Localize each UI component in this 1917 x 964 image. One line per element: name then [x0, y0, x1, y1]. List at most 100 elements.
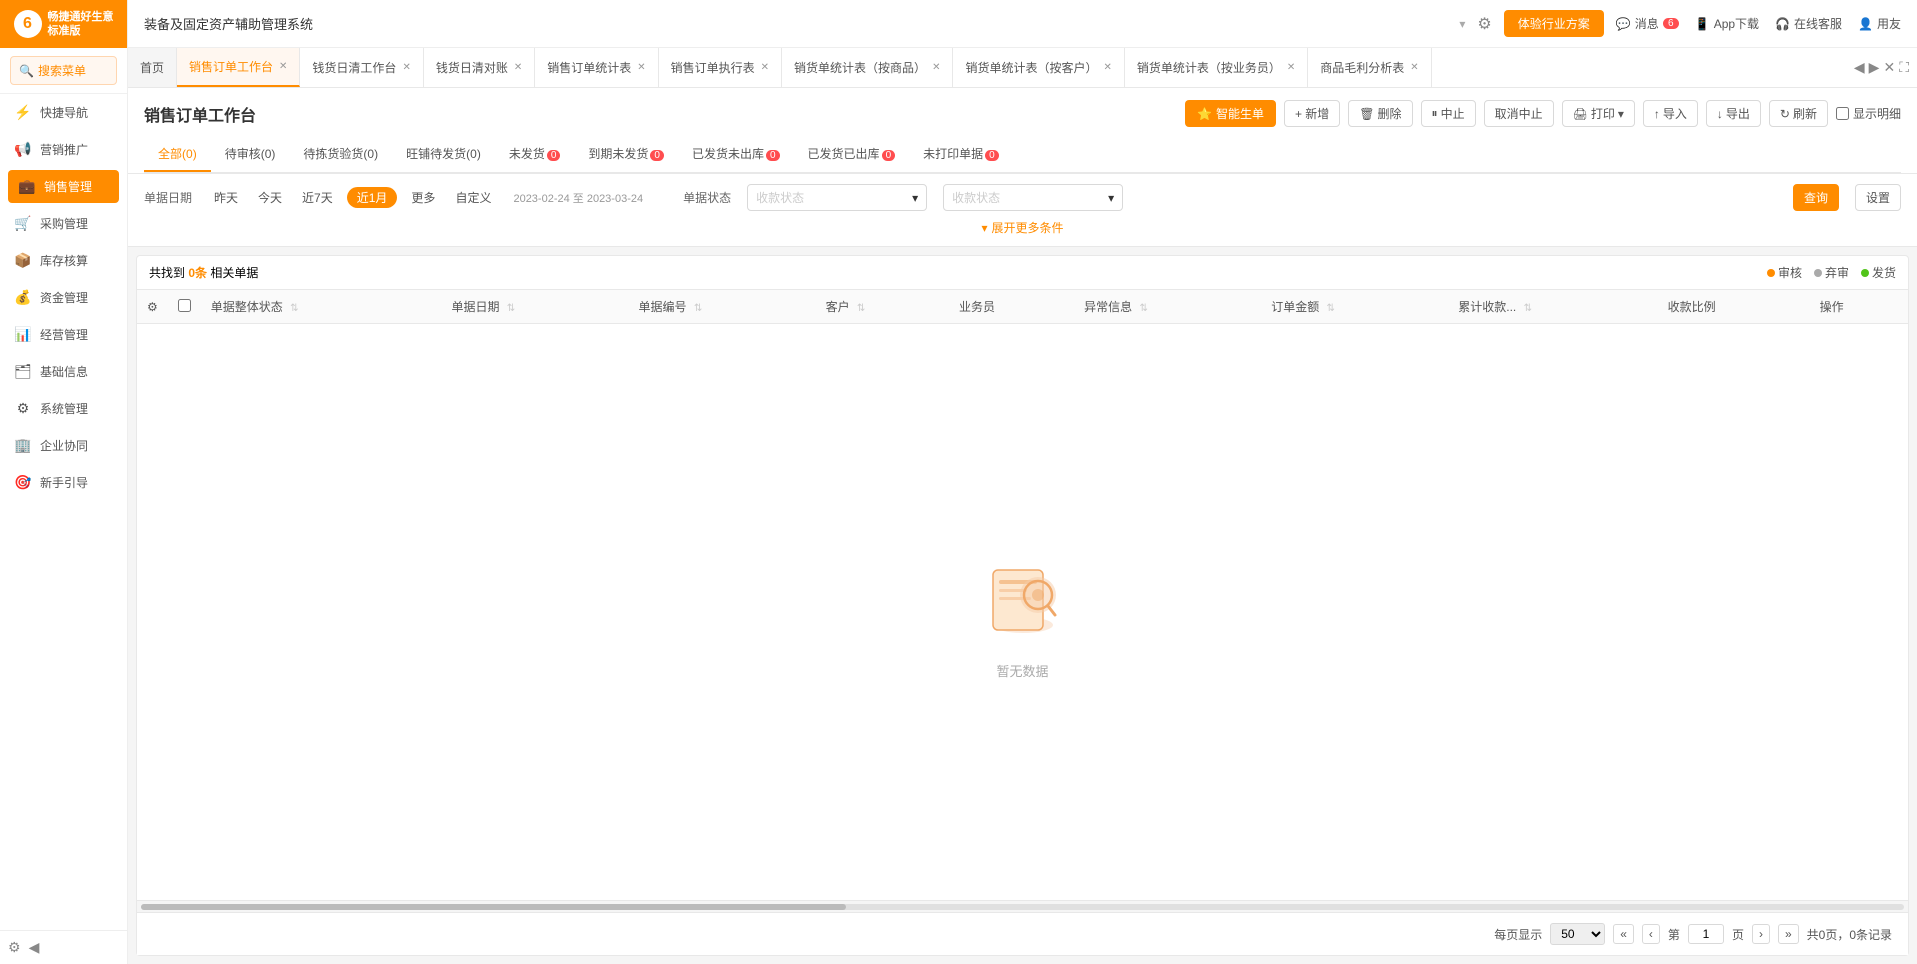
tab-cash-daily[interactable]: 钱货日清工作台 ✕ — [300, 48, 423, 87]
sort-icon-number[interactable]: ⇅ — [694, 303, 702, 314]
tab-home[interactable]: 首页 — [128, 48, 177, 87]
search-menu-button[interactable]: 🔍 搜索菜单 — [10, 56, 117, 85]
date-btn-more[interactable]: 更多 — [405, 187, 441, 208]
filter-tab-pending-review[interactable]: 待审核(0) — [211, 137, 290, 172]
date-btn-yesterday[interactable]: 昨天 — [208, 187, 244, 208]
tab-next-button[interactable]: ▶ — [1869, 59, 1880, 76]
sidebar-nav-baseinfo[interactable]: 🗂 基础信息 — [0, 353, 127, 390]
add-button[interactable]: + 新增 — [1284, 100, 1340, 127]
topbar-settings-icon[interactable]: ⚙ — [1477, 14, 1491, 34]
tab-cash-reconcile[interactable]: 钱货日清对账 ✕ — [424, 48, 535, 87]
filter-tab-overdue[interactable]: 到期未发货0 — [574, 137, 678, 172]
sidebar-nav-purchase[interactable]: 🛒 采购管理 — [0, 205, 127, 242]
date-btn-7days[interactable]: 近7天 — [296, 187, 339, 208]
tab-sales-order-stat[interactable]: 销售订单统计表 ✕ — [535, 48, 658, 87]
refresh-button[interactable]: ↻ 刷新 — [1769, 100, 1828, 127]
filter-tab-unshipped[interactable]: 未发货0 — [495, 137, 575, 172]
stop-button[interactable]: ⏸ 中止 — [1421, 100, 1476, 127]
sidebar-nav-quick[interactable]: ⚡ 快捷导航 — [0, 94, 127, 131]
sort-icon-customer[interactable]: ⇅ — [857, 303, 865, 314]
message-button[interactable]: 💬 消息 6 — [1616, 15, 1679, 32]
tab-sales-stat-customer[interactable]: 销货单统计表（按客户） ✕ — [953, 48, 1124, 87]
page-number-input[interactable] — [1688, 924, 1724, 944]
tab-close-icon-3[interactable]: ✕ — [514, 62, 522, 73]
quick-ship-button[interactable]: 发货 — [1861, 264, 1896, 281]
per-page-select[interactable]: 50 20 100 — [1550, 923, 1605, 945]
user-menu[interactable]: 👤 用友 — [1858, 15, 1901, 32]
tab-prev-button[interactable]: ◀ — [1854, 59, 1865, 76]
tab-product-margin[interactable]: 商品毛利分析表 ✕ — [1308, 48, 1431, 87]
sidebar-nav-operation[interactable]: 📊 经营管理 — [0, 316, 127, 353]
date-btn-today[interactable]: 今天 — [252, 187, 288, 208]
sort-icon-received[interactable]: ⇅ — [1524, 303, 1532, 314]
sidebar-nav-system[interactable]: ⚙ 系统管理 — [0, 390, 127, 427]
first-page-button[interactable]: « — [1613, 924, 1634, 944]
payment-status-select[interactable]: 收款状态 ▾ — [943, 184, 1123, 211]
sidebar-nav-sales[interactable]: 💼 销售管理 — [8, 170, 119, 203]
tab-close-icon-4[interactable]: ✕ — [637, 62, 645, 73]
unprinted-badge: 0 — [985, 150, 999, 161]
expand-conditions-button[interactable]: ▾ 展开更多条件 — [981, 219, 1063, 236]
filter-tab-unprinted[interactable]: 未打印单据0 — [909, 137, 1013, 172]
sidebar-nav-enterprise[interactable]: 🏢 企业协同 — [0, 427, 127, 464]
prev-page-button[interactable]: ‹ — [1642, 924, 1660, 944]
print-button[interactable]: 🖨 打印 ▾ — [1562, 100, 1635, 127]
export-button[interactable]: ↓ 导出 — [1706, 100, 1761, 127]
table-settings-icon[interactable]: ⚙ — [147, 300, 158, 314]
status-select[interactable]: 收款状态 ▾ — [747, 184, 927, 211]
sidebar-nav-finance[interactable]: 💰 资金管理 — [0, 279, 127, 316]
sort-icon-date[interactable]: ⇅ — [507, 303, 515, 314]
filter-tab-shipped-outbound[interactable]: 已发货已出库0 — [794, 137, 910, 172]
select-all-checkbox[interactable] — [178, 299, 191, 312]
sort-icon-amount[interactable]: ⇅ — [1327, 303, 1335, 314]
date-btn-custom[interactable]: 自定义 — [449, 187, 497, 208]
filter-tab-shipped-unoutbound[interactable]: 已发货未出库0 — [678, 137, 794, 172]
tab-close-icon-8[interactable]: ✕ — [1287, 62, 1295, 73]
import-button[interactable]: ↑ 导入 — [1643, 100, 1698, 127]
horizontal-scrollbar[interactable] — [137, 900, 1908, 912]
total-records: 共0页，0条记录 — [1807, 926, 1892, 943]
sort-icon-anomaly[interactable]: ⇅ — [1139, 303, 1147, 314]
data-table: ⚙ 单据整体状态 ⇅ 单据日期 ⇅ — [137, 290, 1908, 324]
filter-tab-all[interactable]: 全部(0) — [144, 137, 211, 172]
filter-settings-button[interactable]: 设置 — [1855, 184, 1901, 211]
tab-sales-stat-product[interactable]: 销货单统计表（按商品） ✕ — [782, 48, 953, 87]
cancel-stop-button[interactable]: 取消中止 — [1484, 100, 1554, 127]
tab-close-icon-2[interactable]: ✕ — [402, 62, 410, 73]
solution-button[interactable]: 体验行业方案 — [1504, 10, 1604, 37]
last-page-button[interactable]: » — [1778, 924, 1799, 944]
show-detail-checkbox-label[interactable]: 显示明细 — [1836, 105, 1901, 122]
tab-close-all-button[interactable]: ✕ — [1883, 59, 1895, 76]
sidebar-nav-marketing[interactable]: 📢 营销推广 — [0, 131, 127, 168]
filter-bar: 单据日期 昨天 今天 近7天 近1月 更多 自定义 2023-02-24 至 2… — [128, 174, 1917, 247]
tab-close-icon[interactable]: ✕ — [279, 61, 287, 72]
online-service-button[interactable]: 🎧 在线客服 — [1775, 15, 1842, 32]
next-page-button[interactable]: › — [1752, 924, 1770, 944]
smart-generate-button[interactable]: ⭐ 智能生单 — [1185, 100, 1276, 127]
sidebar-bottom: ⚙ ◀ — [0, 930, 127, 964]
filter-tab-wangpu[interactable]: 旺铺待发货(0) — [392, 137, 495, 172]
table-toolbar: 共找到 0条 相关单据 审核 弃审 发货 — [137, 256, 1908, 290]
tab-close-icon-6[interactable]: ✕ — [932, 62, 940, 73]
quick-abandon-review-button[interactable]: 弃审 — [1814, 264, 1849, 281]
show-detail-checkbox[interactable] — [1836, 107, 1849, 120]
collapse-sidebar-button[interactable]: ◀ — [29, 939, 40, 956]
sort-icon-status[interactable]: ⇅ — [290, 303, 298, 314]
app-download-button[interactable]: 📱 App下载 — [1695, 15, 1759, 32]
tab-close-icon-7[interactable]: ✕ — [1103, 62, 1111, 73]
settings-gear-button[interactable]: ⚙ — [8, 939, 21, 956]
filter-tab-pending-inspect[interactable]: 待拣货验货(0) — [289, 137, 392, 172]
scrollbar-thumb[interactable] — [141, 904, 846, 910]
delete-button[interactable]: 🗑 删除 — [1348, 100, 1412, 127]
tab-sales-stat-employee[interactable]: 销货单统计表（按业务员） ✕ — [1125, 48, 1308, 87]
sidebar-nav-inventory[interactable]: 📦 库存核算 — [0, 242, 127, 279]
query-button[interactable]: 查询 — [1793, 184, 1839, 211]
date-btn-1month[interactable]: 近1月 — [347, 187, 398, 208]
tab-sales-order-workbench[interactable]: 销售订单工作台 ✕ — [177, 48, 300, 87]
quick-review-button[interactable]: 审核 — [1767, 264, 1802, 281]
sidebar-nav-newbie[interactable]: 🎯 新手引导 — [0, 464, 127, 501]
tab-sales-order-exec[interactable]: 销售订单执行表 ✕ — [659, 48, 782, 87]
tab-close-icon-9[interactable]: ✕ — [1410, 62, 1418, 73]
tab-maximize-button[interactable]: ⛶ — [1899, 59, 1909, 76]
tab-close-icon-5[interactable]: ✕ — [761, 62, 769, 73]
